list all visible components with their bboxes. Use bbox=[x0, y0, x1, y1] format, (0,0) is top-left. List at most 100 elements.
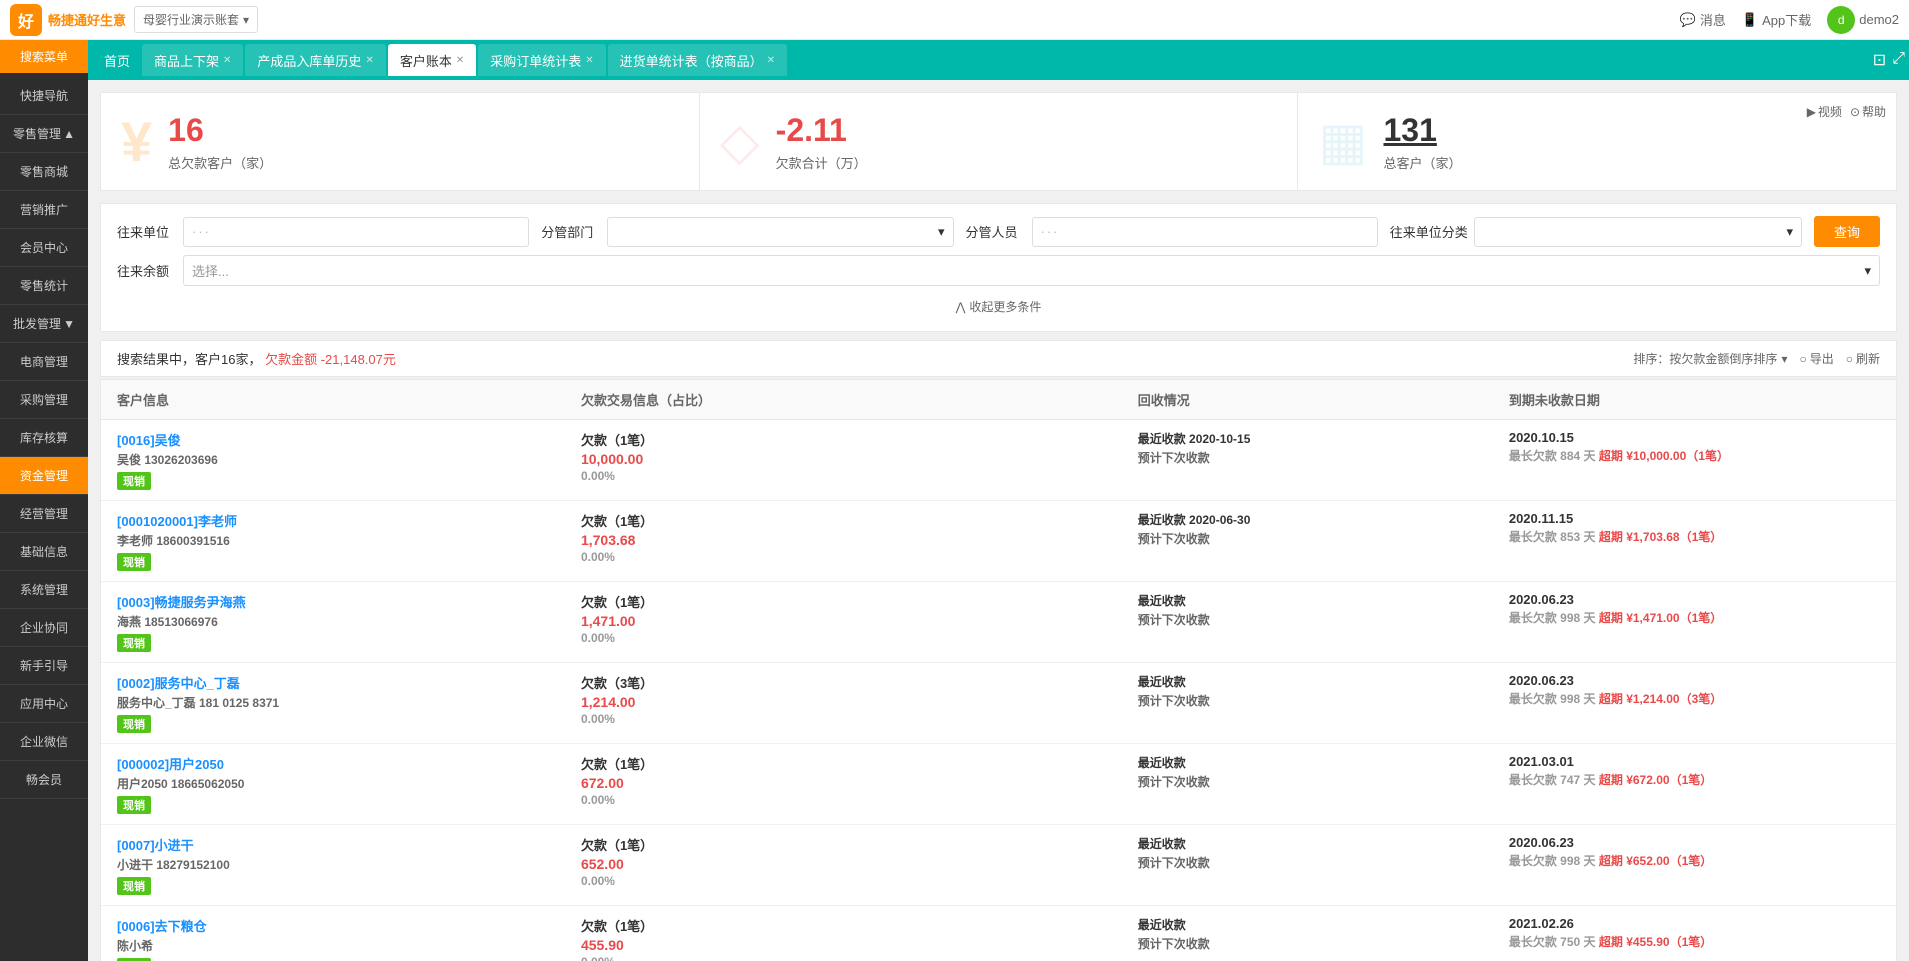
customer-name-link[interactable]: [000002]用户2050 bbox=[117, 754, 581, 773]
customer-tag: 现销 bbox=[117, 634, 151, 652]
debt-amount[interactable]: 672.00 bbox=[581, 775, 1138, 791]
sidebar-item-quick-nav[interactable]: 快捷导航 bbox=[0, 77, 88, 115]
table-row: [0001020001]李老师 李老师 18600391516 现销 欠款（1笔… bbox=[101, 501, 1896, 582]
sidebar-item-operations[interactable]: 经营管理 bbox=[0, 495, 88, 533]
tab-purchase-stats-product[interactable]: 进货单统计表（按商品） ✕ bbox=[608, 44, 787, 76]
filter-dept-select[interactable]: ▾ bbox=[607, 217, 953, 247]
filter-person: 分管人员 ··· bbox=[966, 217, 1378, 247]
tab-expand-icon[interactable]: ⤢ bbox=[1892, 50, 1905, 70]
filter-party-input[interactable]: ··· bbox=[183, 217, 529, 247]
debt-count: 欠款（1笔） bbox=[581, 835, 1138, 854]
tab-close-icon[interactable]: ✕ bbox=[365, 55, 373, 66]
overdue-amount-link[interactable]: 超期 ¥1,214.00（3笔） bbox=[1599, 692, 1722, 706]
search-button[interactable]: 查询 bbox=[1814, 216, 1880, 247]
sidebar-item-marketing[interactable]: 营销推广 bbox=[0, 191, 88, 229]
overdue-amount-link[interactable]: 超期 ¥652.00（1笔） bbox=[1599, 854, 1712, 868]
customer-name-link[interactable]: [0006]去下粮仓 bbox=[117, 916, 581, 935]
stat-label-debtors: 总欠款客户（家） bbox=[168, 153, 679, 172]
sidebar-item-finance[interactable]: 资金管理 bbox=[0, 457, 88, 495]
tab-close-icon[interactable]: ✕ bbox=[456, 55, 464, 66]
result-bar: 搜索结果中，客户16家， 欠款金额 -21,148.07元 排序：按欠款金额倒序… bbox=[100, 340, 1897, 377]
debt-count: 欠款（1笔） bbox=[581, 430, 1138, 449]
tab-home[interactable]: 首页 bbox=[92, 44, 142, 76]
next-payment: 预计下次收款 bbox=[1138, 773, 1509, 790]
sidebar-item-newbie[interactable]: 新手引导 bbox=[0, 647, 88, 685]
overdue-amount-link[interactable]: 超期 ¥1,703.68（1笔） bbox=[1599, 530, 1722, 544]
customer-name-link[interactable]: [0007]小进干 bbox=[117, 835, 581, 854]
tab-purchase-order-stats[interactable]: 采购订单统计表 ✕ bbox=[478, 44, 605, 76]
app-download-btn[interactable]: 📱 App下载 bbox=[1742, 10, 1811, 29]
sidebar-search[interactable]: 搜索菜单 bbox=[0, 40, 88, 73]
sidebar-item-member[interactable]: 畅会员 bbox=[0, 761, 88, 799]
filter-category-select[interactable]: ▾ bbox=[1474, 217, 1802, 247]
recent-payment: 最近收款 2020-10-15 bbox=[1138, 430, 1509, 447]
chevron-down-icon: ▾ bbox=[938, 224, 945, 240]
col-header-debt: 欠款交易信息（占比） bbox=[581, 390, 1138, 409]
chevron-up-icon: ⋀ bbox=[956, 300, 966, 314]
debt-count: 欠款（1笔） bbox=[581, 592, 1138, 611]
tab-close-icon[interactable]: ✕ bbox=[223, 55, 231, 66]
debt-amount[interactable]: 10,000.00 bbox=[581, 451, 1138, 467]
tab-window-icon[interactable]: ⊡ bbox=[1873, 50, 1886, 70]
filter-balance-select[interactable]: 选择... ▾ bbox=[183, 255, 1880, 286]
filter-dept: 分管部门 ▾ bbox=[541, 217, 953, 247]
overdue-amount-link[interactable]: 超期 ¥672.00（1笔） bbox=[1599, 773, 1712, 787]
tab-close-icon[interactable]: ✕ bbox=[585, 55, 593, 66]
chevron-down-icon: ▾ bbox=[1781, 352, 1787, 366]
next-payment: 预计下次收款 bbox=[1138, 854, 1509, 871]
recent-payment: 最近收款 bbox=[1138, 673, 1509, 690]
customer-contact: 陈小希 bbox=[117, 937, 581, 954]
debt-amount[interactable]: 1,703.68 bbox=[581, 532, 1138, 548]
customer-tag: 现销 bbox=[117, 715, 151, 733]
stat-value-customers[interactable]: 131 bbox=[1383, 112, 1876, 149]
help-btn[interactable]: ⊙ 帮助 bbox=[1850, 103, 1886, 120]
tab-close-icon[interactable]: ✕ bbox=[767, 55, 775, 66]
customer-name-link[interactable]: [0016]吴俊 bbox=[117, 430, 581, 449]
export-btn[interactable]: ○ 导出 bbox=[1799, 350, 1833, 367]
sidebar-item-wholesale[interactable]: 批发管理 ▼ bbox=[0, 305, 88, 343]
logo-text: 畅捷通好生意 bbox=[48, 10, 126, 29]
debt-amount[interactable]: 652.00 bbox=[581, 856, 1138, 872]
diamond-icon: ◇ bbox=[720, 112, 760, 172]
sidebar-item-retail-mgmt[interactable]: 零售管理 ▲ bbox=[0, 115, 88, 153]
sidebar-item-apps[interactable]: 应用中心 bbox=[0, 685, 88, 723]
sidebar-item-wechat[interactable]: 企业微信 bbox=[0, 723, 88, 761]
due-date: 2021.03.01 bbox=[1509, 754, 1880, 769]
brand-selector[interactable]: 母婴行业演示账套 ▾ bbox=[134, 6, 258, 33]
overdue-amount-link[interactable]: 超期 ¥455.90（1笔） bbox=[1599, 935, 1712, 949]
chevron-down-icon: ▾ bbox=[243, 13, 249, 27]
customer-name-link[interactable]: [0003]畅捷服务尹海燕 bbox=[117, 592, 581, 611]
sort-btn[interactable]: 排序：按欠款金额倒序排序 ▾ bbox=[1633, 350, 1787, 367]
sidebar-item-inventory[interactable]: 库存核算 bbox=[0, 419, 88, 457]
due-date: 2021.02.26 bbox=[1509, 916, 1880, 931]
sidebar-item-basic-info[interactable]: 基础信息 bbox=[0, 533, 88, 571]
sidebar-item-retail-store[interactable]: 零售商城 bbox=[0, 153, 88, 191]
overdue-amount-link[interactable]: 超期 ¥10,000.00（1笔） bbox=[1599, 449, 1729, 463]
result-amount: 欠款金额 -21,148.07元 bbox=[265, 352, 396, 367]
video-btn[interactable]: ▶ 视频 bbox=[1807, 103, 1842, 120]
debt-amount[interactable]: 455.90 bbox=[581, 937, 1138, 953]
debt-amount[interactable]: 1,214.00 bbox=[581, 694, 1138, 710]
refresh-btn[interactable]: ○ 刷新 bbox=[1846, 350, 1880, 367]
sidebar-item-retail-stats[interactable]: 零售统计 bbox=[0, 267, 88, 305]
user-menu-btn[interactable]: d demo2 bbox=[1827, 6, 1899, 34]
customer-contact: 海燕 18513066976 bbox=[117, 613, 581, 630]
sidebar-item-system[interactable]: 系统管理 bbox=[0, 571, 88, 609]
sidebar-item-purchase[interactable]: 采购管理 bbox=[0, 381, 88, 419]
debt-percent: 0.00% bbox=[581, 550, 1138, 564]
debt-amount[interactable]: 1,471.00 bbox=[581, 613, 1138, 629]
tab-finished-goods[interactable]: 产成品入库单历史 ✕ bbox=[245, 44, 385, 76]
filter-person-input[interactable]: ··· bbox=[1032, 217, 1378, 247]
debt-count: 欠款（3笔） bbox=[581, 673, 1138, 692]
tab-customer-account[interactable]: 客户账本 ✕ bbox=[388, 44, 476, 76]
sidebar-item-membership[interactable]: 会员中心 bbox=[0, 229, 88, 267]
overdue-amount-link[interactable]: 超期 ¥1,471.00（1笔） bbox=[1599, 611, 1722, 625]
stat-card-total-debt: ◇ -2.11 欠款合计（万） bbox=[700, 93, 1299, 190]
collapse-filters-btn[interactable]: ⋀ 收起更多条件 bbox=[956, 298, 1042, 315]
customer-name-link[interactable]: [0002]服务中心_丁磊 bbox=[117, 673, 581, 692]
sidebar-item-ecommerce[interactable]: 电商管理 bbox=[0, 343, 88, 381]
customer-name-link[interactable]: [0001020001]李老师 bbox=[117, 511, 581, 530]
sidebar-item-collab[interactable]: 企业协同 bbox=[0, 609, 88, 647]
message-btn[interactable]: 💬 消息 bbox=[1680, 10, 1726, 29]
tab-product-listing[interactable]: 商品上下架 ✕ bbox=[142, 44, 243, 76]
